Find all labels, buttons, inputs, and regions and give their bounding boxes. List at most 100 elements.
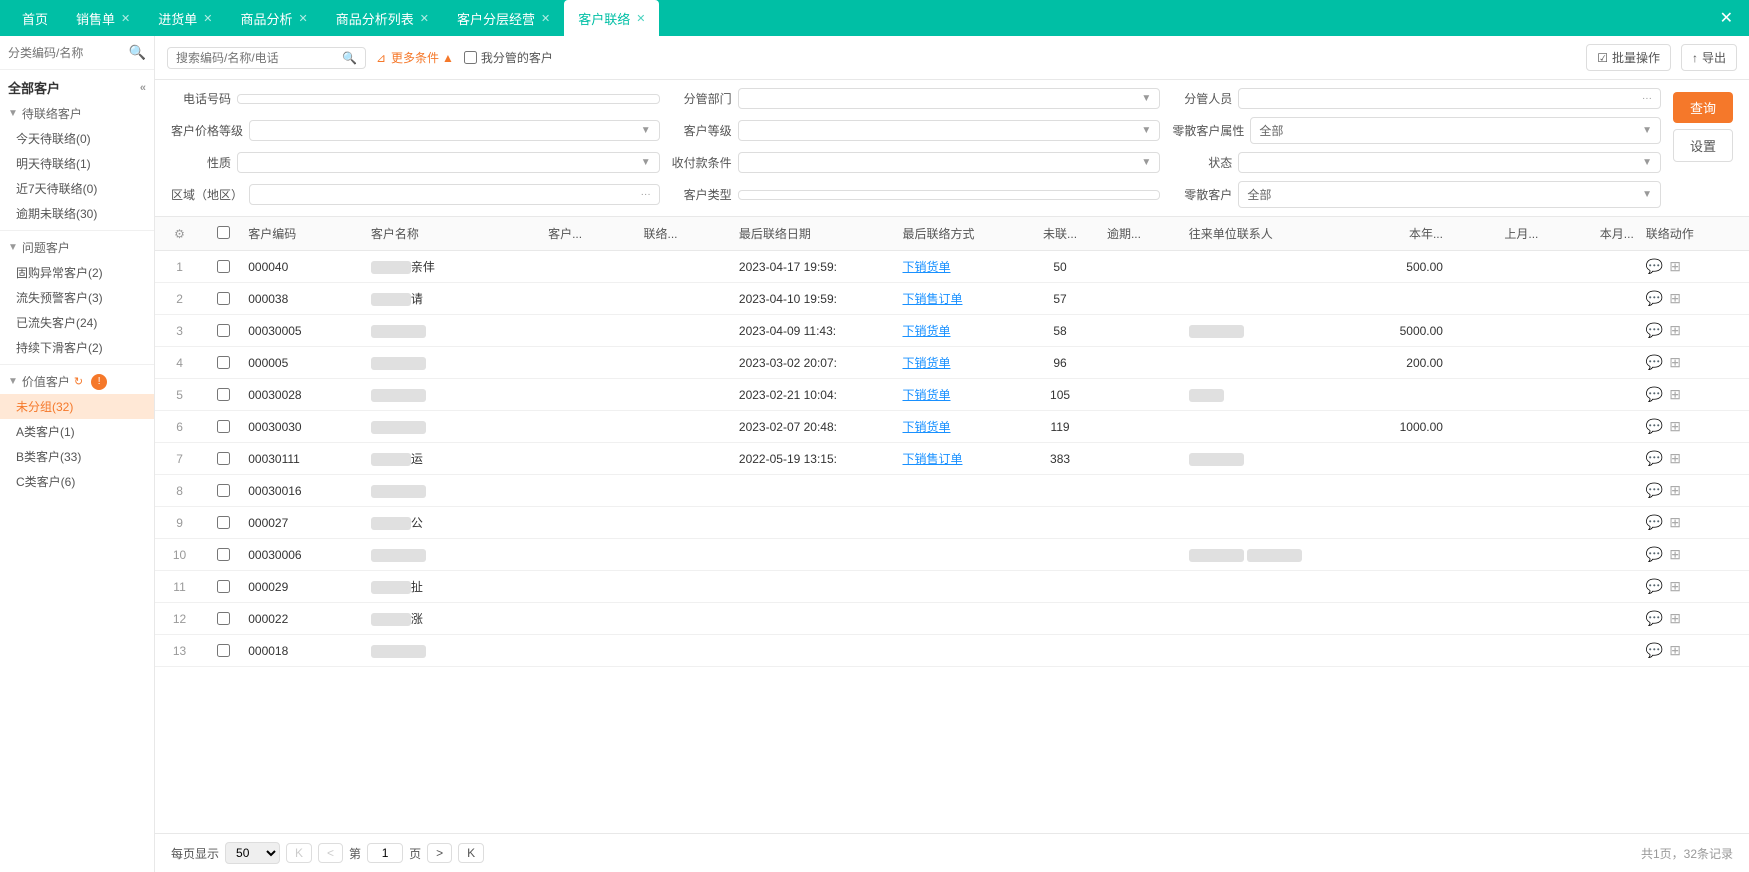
nav-tab-sales[interactable]: 销售单 ✕ (62, 0, 144, 36)
page-size-select[interactable]: 50 100 200 (225, 842, 280, 864)
sidebar-item-a-class[interactable]: A类客户(1) (0, 419, 154, 444)
grid-icon[interactable]: ⊞ (1669, 642, 1681, 659)
customer-contact-tab-close[interactable]: ✕ (636, 12, 645, 25)
last-month-column-header[interactable]: 上月... (1449, 217, 1544, 251)
current-page-input[interactable] (367, 843, 403, 863)
grid-icon[interactable]: ⊞ (1669, 418, 1681, 435)
sidebar-item-tomorrow[interactable]: 明天待联络(1) (0, 151, 154, 176)
row-checkbox[interactable] (217, 420, 230, 433)
message-icon[interactable]: 💬 (1646, 386, 1663, 403)
message-icon[interactable]: 💬 (1646, 482, 1663, 499)
retail-customer-input[interactable]: 全部▼ (1238, 181, 1661, 208)
reset-button[interactable]: 设置 (1673, 129, 1733, 162)
sidebar-item-unsegmented[interactable]: 未分组(32) (0, 394, 154, 419)
purchase-tab-close[interactable]: ✕ (203, 12, 212, 25)
type-column-header[interactable]: 客户... (542, 217, 637, 251)
last-method-link[interactable]: 下销货单 (902, 420, 950, 434)
row-checkbox[interactable] (217, 260, 230, 273)
status-input[interactable]: ▼ (1238, 152, 1661, 173)
nav-tab-analysis[interactable]: 商品分析 ✕ (226, 0, 321, 36)
export-button[interactable]: ↑ 导出 (1681, 44, 1737, 71)
this-month-column-header[interactable]: 本月... (1544, 217, 1639, 251)
sidebar-item-abnormal[interactable]: 固购异常客户(2) (0, 260, 154, 285)
search-icon[interactable]: 🔍 (342, 51, 357, 65)
message-icon[interactable]: 💬 (1646, 578, 1663, 595)
my-customers-checkbox-container[interactable]: 我分管的客户 (464, 49, 553, 66)
nav-tab-analysis-list[interactable]: 商品分析列表 ✕ (322, 0, 443, 36)
batch-ops-button[interactable]: ☑ 批量操作 (1586, 44, 1671, 71)
grid-icon[interactable]: ⊞ (1669, 610, 1681, 627)
this-year-column-header[interactable]: 本年... (1354, 217, 1449, 251)
row-checkbox[interactable] (217, 516, 230, 529)
region-input[interactable]: ··· (249, 184, 660, 205)
prev-page-button[interactable]: < (318, 843, 343, 863)
nav-tab-customer-segment[interactable]: 客户分层经营 ✕ (443, 0, 564, 36)
nav-tab-purchase[interactable]: 进货单 ✕ (144, 0, 226, 36)
grid-icon[interactable]: ⊞ (1669, 578, 1681, 595)
nav-tab-customer-contact[interactable]: 客户联络 ✕ (564, 0, 659, 36)
message-icon[interactable]: 💬 (1646, 418, 1663, 435)
customer-type-input[interactable] (738, 190, 1161, 200)
last-method-link[interactable]: 下销货单 (902, 324, 950, 338)
sidebar-item-c-class[interactable]: C类客户(6) (0, 469, 154, 494)
grid-icon[interactable]: ⊞ (1669, 258, 1681, 275)
message-icon[interactable]: 💬 (1646, 450, 1663, 467)
message-icon[interactable]: 💬 (1646, 546, 1663, 563)
overdue-column-header[interactable]: 逾期... (1101, 217, 1183, 251)
row-checkbox[interactable] (217, 612, 230, 625)
row-checkbox[interactable] (217, 548, 230, 561)
sidebar-item-b-class[interactable]: B类客户(33) (0, 444, 154, 469)
message-icon[interactable]: 💬 (1646, 290, 1663, 307)
window-close-button[interactable]: ✕ (1712, 8, 1741, 28)
contact-column-header[interactable]: 联络... (638, 217, 733, 251)
select-all-checkbox[interactable] (217, 226, 230, 239)
row-checkbox[interactable] (217, 292, 230, 305)
sidebar-item-declining[interactable]: 持续下滑客户(2) (0, 335, 154, 360)
row-checkbox[interactable] (217, 452, 230, 465)
sidebar-group-value[interactable]: ▼ 价值客户 ↻ ! (0, 369, 154, 394)
analysis-tab-close[interactable]: ✕ (299, 12, 308, 25)
search-input[interactable] (176, 51, 336, 65)
query-button[interactable]: 查询 (1673, 92, 1733, 123)
grid-icon[interactable]: ⊞ (1669, 354, 1681, 371)
last-page-button[interactable]: K (458, 843, 484, 863)
next-page-button[interactable]: > (427, 843, 452, 863)
my-customers-checkbox[interactable] (464, 51, 477, 64)
refresh-icon[interactable]: ↻ (74, 375, 83, 388)
sidebar-all-customers-header[interactable]: 全部客户 « (0, 70, 154, 101)
message-icon[interactable]: 💬 (1646, 642, 1663, 659)
payment-input[interactable]: ▼ (738, 152, 1161, 173)
message-icon[interactable]: 💬 (1646, 514, 1663, 531)
last-method-link[interactable]: 下销售订单 (902, 292, 962, 306)
last-date-column-header[interactable]: 最后联络日期 (733, 217, 897, 251)
grid-icon[interactable]: ⊞ (1669, 514, 1681, 531)
grid-icon[interactable]: ⊞ (1669, 322, 1681, 339)
row-checkbox[interactable] (217, 356, 230, 369)
more-conditions-button[interactable]: ⊿ 更多条件 ▲ (376, 49, 454, 66)
sidebar-item-overdue[interactable]: 逾期未联络(30) (0, 201, 154, 226)
sidebar-item-today[interactable]: 今天待联络(0) (0, 126, 154, 151)
last-method-column-header[interactable]: 最后联络方式 (896, 217, 1019, 251)
code-column-header[interactable]: 客户编码 (242, 217, 365, 251)
row-checkbox[interactable] (217, 644, 230, 657)
analysis-list-tab-close[interactable]: ✕ (420, 12, 429, 25)
message-icon[interactable]: 💬 (1646, 322, 1663, 339)
name-column-header[interactable]: 客户名称 (365, 217, 542, 251)
sidebar-item-churn-risk[interactable]: 流失预警客户(3) (0, 285, 154, 310)
retail-attr-input[interactable]: 全部▼ (1250, 117, 1661, 144)
last-method-link[interactable]: 下销货单 (902, 260, 950, 274)
message-icon[interactable]: 💬 (1646, 354, 1663, 371)
grid-icon[interactable]: ⊞ (1669, 546, 1681, 563)
row-checkbox[interactable] (217, 484, 230, 497)
sidebar-search-input[interactable] (8, 46, 129, 60)
person-input[interactable]: ··· (1238, 88, 1661, 109)
message-icon[interactable]: 💬 (1646, 610, 1663, 627)
nature-input[interactable]: ▼ (237, 152, 660, 173)
grid-icon[interactable]: ⊞ (1669, 386, 1681, 403)
grid-icon[interactable]: ⊞ (1669, 482, 1681, 499)
customer-segment-tab-close[interactable]: ✕ (541, 12, 550, 25)
message-icon[interactable]: 💬 (1646, 258, 1663, 275)
sidebar-group-problem[interactable]: ▼ 问题客户 (0, 235, 154, 260)
sidebar-item-lost[interactable]: 已流失客户(24) (0, 310, 154, 335)
settings-column-header[interactable]: ⚙ (155, 217, 204, 251)
